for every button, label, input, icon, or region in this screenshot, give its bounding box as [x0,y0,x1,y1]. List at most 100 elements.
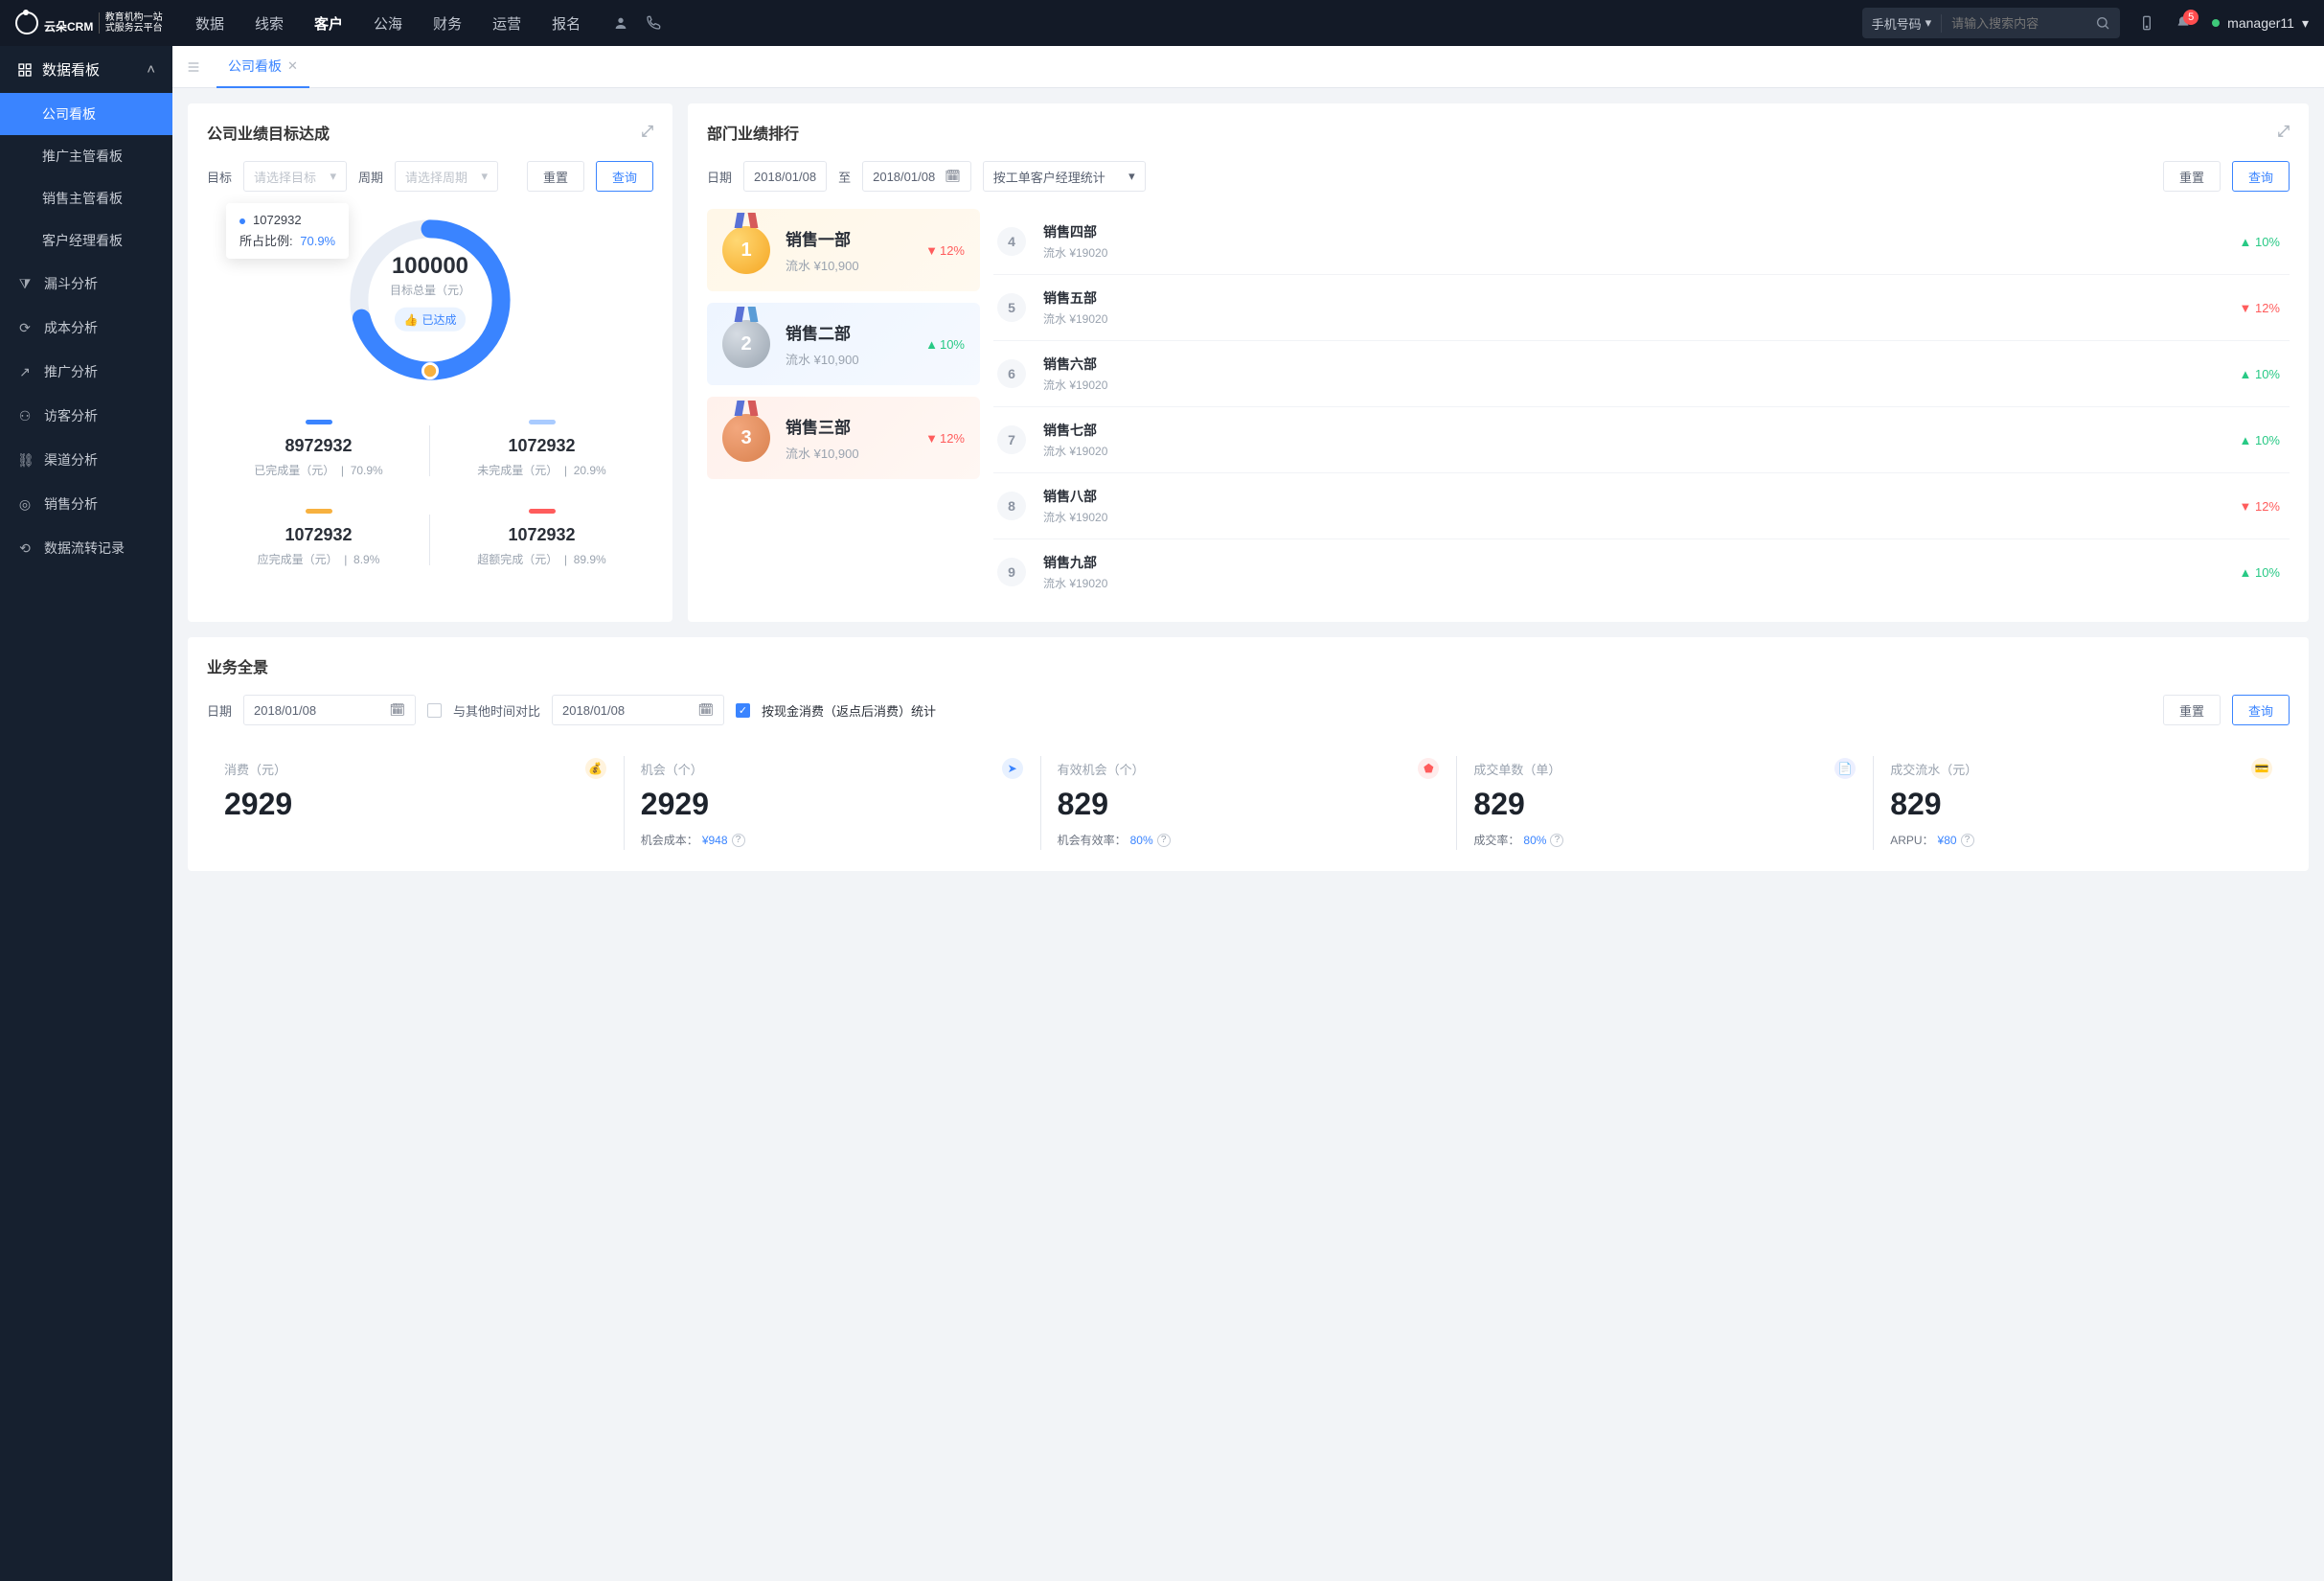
metric-icon: ⬟ [1418,758,1439,779]
phone-icon[interactable] [646,15,661,31]
rank-row[interactable]: 9销售九部流水 ¥19020▲ 10% [993,539,2290,605]
top-nav: 数据线索客户公海财务运营报名 [182,0,594,47]
sidebar-icon: ⧩ [17,276,33,292]
goal-stat: 1072932应完成量（元） | 8.9% [207,493,430,583]
arrow-down-icon: ▼ [925,243,938,258]
reset-button[interactable]: 重置 [2163,695,2221,725]
expand-icon[interactable]: ⤢ [641,124,653,141]
chevron-down-icon: ▾ [482,169,489,184]
rank-podium: 1销售一部流水 ¥10,900▼ 12% 2销售二部流水 ¥10,900▲ 10%… [707,209,980,605]
chevron-up-icon: ˄ [147,61,155,78]
collapse-sidebar-button[interactable] [186,59,201,75]
medal-icon: 3 [722,414,770,462]
tab-company-dashboard[interactable]: 公司看板 ✕ [216,46,309,88]
overview-metrics: 消费（元）💰2929 机会（个）➤2929机会成本：¥948?有效机会（个）⬟8… [207,752,2290,854]
topnav-item[interactable]: 公海 [360,0,416,47]
overview-date2[interactable]: 2018/01/08 🗓 [552,695,724,725]
notification-badge: 5 [2183,10,2199,25]
rank-row[interactable]: 5销售五部流水 ¥19020▼ 12% [993,275,2290,341]
sidebar-item[interactable]: ⟲数据流转记录 [0,526,172,570]
goal-stat: 8972932已完成量（元） | 70.9% [207,404,430,493]
sidebar-item[interactable]: ⚇访客分析 [0,394,172,438]
sidebar-item[interactable]: 推广主管看板 [0,135,172,177]
query-button[interactable]: 查询 [2232,161,2290,192]
metric: 有效机会（个）⬟829机会有效率：80%? [1040,752,1457,854]
rank-row[interactable]: 7销售七部流水 ¥19020▲ 10% [993,407,2290,473]
top-nav-icons [613,15,661,31]
sidebar-group-items: 公司看板推广主管看板销售主管看板客户经理看板 [0,93,172,262]
period-select[interactable]: 请选择周期▾ [395,161,498,192]
sidebar-item[interactable]: ⟳成本分析 [0,306,172,350]
rank-row[interactable]: 6销售六部流水 ¥19020▲ 10% [993,341,2290,407]
podium-item[interactable]: 2销售二部流水 ¥10,900▲ 10% [707,303,980,385]
metric: 成交流水（元）💳829ARPU：¥80? [1873,752,2290,854]
calendar-icon: 🗓 [945,169,961,184]
expand-icon[interactable]: ⤢ [2277,124,2290,141]
sidebar-group-dashboard[interactable]: 数据看板 ˄ [0,46,172,93]
search-button[interactable] [2085,15,2120,31]
sidebar-item[interactable]: ⧩漏斗分析 [0,262,172,306]
close-icon[interactable]: ✕ [287,58,298,74]
topnav-item[interactable]: 客户 [301,0,356,47]
notification-bell[interactable]: 5 [2176,15,2191,31]
podium-item[interactable]: 1销售一部流水 ¥10,900▼ 12% [707,209,980,291]
metric: 机会（个）➤2929机会成本：¥948? [624,752,1040,854]
sidebar-item[interactable]: ◎销售分析 [0,482,172,526]
gauge-tooltip: 1072932 所占比例: 70.9% [226,203,349,259]
topnav-item[interactable]: 报名 [538,0,594,47]
rank-date-to[interactable]: 2018/01/08 🗓 [862,161,971,192]
search-type-select[interactable]: 手机号码 ▾ [1862,14,1943,33]
sidebar-item[interactable]: ⛓渠道分析 [0,438,172,482]
overview-date-label: 日期 [207,701,232,720]
reset-button[interactable]: 重置 [527,161,584,192]
overview-date1[interactable]: 2018/01/08 🗓 [243,695,416,725]
user-icon[interactable] [613,15,628,31]
topnav-item[interactable]: 财务 [420,0,475,47]
help-icon[interactable]: ? [1550,834,1563,847]
reset-button[interactable]: 重置 [2163,161,2221,192]
stat-mode-checkbox[interactable]: ✓ [736,703,750,718]
podium-item[interactable]: 3销售三部流水 ¥10,900▼ 12% [707,397,980,479]
rank-date-from[interactable]: 2018/01/08 [743,161,827,192]
rank-number: 4 [997,227,1026,256]
query-button[interactable]: 查询 [596,161,653,192]
brand-name: 云朵CRM [44,20,93,34]
topnav-item[interactable]: 数据 [182,0,238,47]
rank-number: 8 [997,492,1026,520]
sidebar: 数据看板 ˄ 公司看板推广主管看板销售主管看板客户经理看板 ⧩漏斗分析⟳成本分析… [0,46,172,1581]
chevron-down-icon: ▾ [330,169,336,184]
sidebar-icon: ⛓ [17,452,33,469]
compare-checkbox[interactable] [427,703,442,718]
arrow-up-icon: ▲ [2239,565,2251,580]
gauge-total: 100000 [390,253,470,280]
target-select[interactable]: 请选择目标▾ [243,161,347,192]
help-icon[interactable]: ? [1961,834,1974,847]
global-search: 手机号码 ▾ [1862,8,2121,38]
rank-groupby-select[interactable]: 按工单客户经理统计▾ [983,161,1146,192]
help-icon[interactable]: ? [1157,834,1171,847]
arrow-up-icon: ▲ [2239,433,2251,447]
rank-row[interactable]: 4销售四部流水 ¥19020▲ 10% [993,209,2290,275]
metric-icon: 💰 [585,758,606,779]
query-button[interactable]: 查询 [2232,695,2290,725]
sidebar-item[interactable]: ↗推广分析 [0,350,172,394]
sidebar-item[interactable]: 公司看板 [0,93,172,135]
goal-stat: 1072932未完成量（元） | 20.9% [430,404,653,493]
achieved-badge: 👍 已达成 [395,308,467,332]
help-icon[interactable]: ? [732,834,745,847]
rank-number: 5 [997,293,1026,322]
mobile-icon[interactable] [2139,15,2154,31]
rank-list: 4销售四部流水 ¥19020▲ 10%5销售五部流水 ¥19020▼ 12%6销… [993,209,2290,605]
topnav-item[interactable]: 运营 [479,0,535,47]
arrow-down-icon: ▼ [925,431,938,446]
rank-row[interactable]: 8销售八部流水 ¥19020▼ 12% [993,473,2290,539]
user-menu[interactable]: manager11 ▾ [2212,15,2309,32]
card-goal: 公司业绩目标达成 ⤢ 目标 请选择目标▾ 周期 请选择周期▾ 重置 查询 [188,103,672,622]
chevron-down-icon: ▾ [1128,169,1135,184]
search-input[interactable] [1942,16,2085,31]
sidebar-item[interactable]: 销售主管看板 [0,177,172,219]
tab-bar: 公司看板 ✕ [172,46,2324,88]
card-rank: 部门业绩排行 ⤢ 日期 2018/01/08 至 2018/01/08 🗓 按工… [688,103,2309,622]
sidebar-item[interactable]: 客户经理看板 [0,219,172,262]
topnav-item[interactable]: 线索 [241,0,297,47]
